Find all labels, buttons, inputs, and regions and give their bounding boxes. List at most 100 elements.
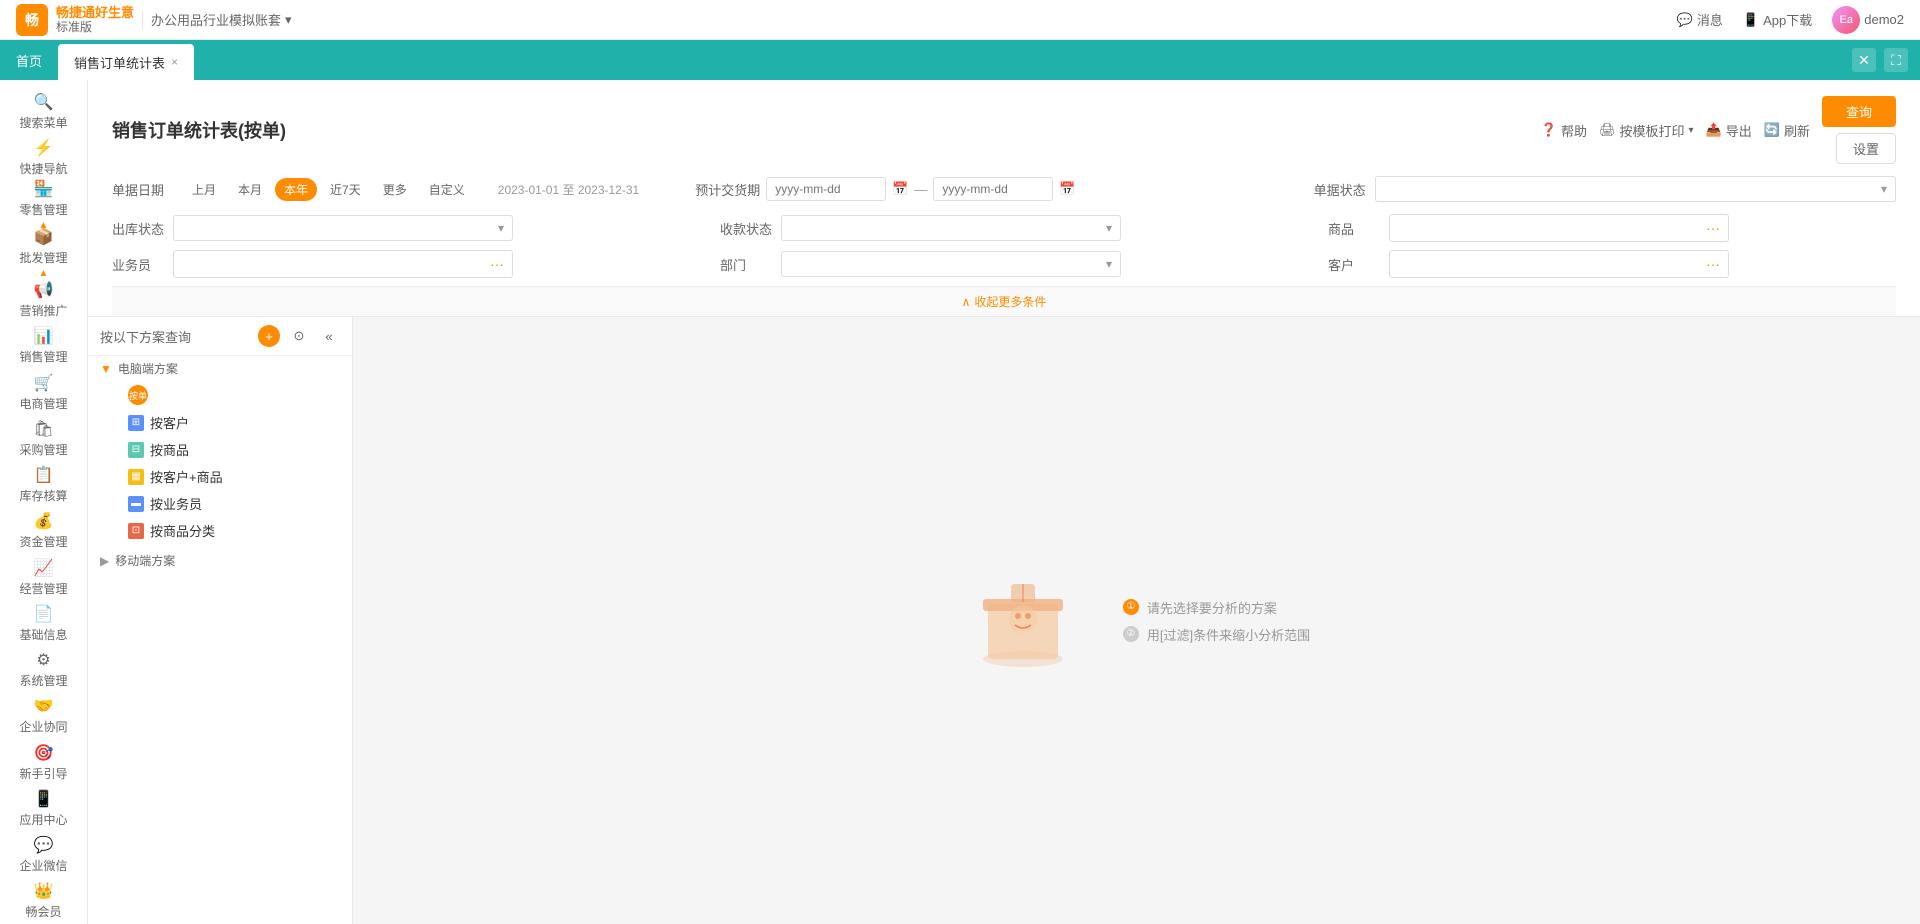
expected-date-end-input[interactable] <box>933 177 1053 201</box>
collapse-panel-button[interactable]: « <box>318 325 340 347</box>
collection-status-select[interactable]: ▾ <box>781 215 1121 241</box>
tab-sales-order-stats[interactable]: 销售订单统计表 × <box>58 44 194 80</box>
help-button[interactable]: ❓ 帮助 <box>1541 121 1587 140</box>
add-plan-button[interactable]: + <box>258 325 280 347</box>
sidebar-item-purchase[interactable]: 🛍 采购管理 <box>0 415 87 461</box>
tree-child-by-customer: ⊞ 按客户 <box>88 409 352 436</box>
sidebar: 🔍 搜索菜单 ⚡ 快捷导航 🏪 零售管理 ▲ 📦 批发管理 ▲ 📢 营销推广 📊… <box>0 80 88 924</box>
sidebar-item-marketing[interactable]: 📢 营销推广 <box>0 277 87 323</box>
order-status-select[interactable]: ▾ <box>1375 176 1896 202</box>
sidebar-item-operations[interactable]: 📈 经营管理 <box>0 554 87 600</box>
panel-label: 按以下方案查询 <box>100 327 191 346</box>
date-btn-this-month[interactable]: 本月 <box>229 178 271 201</box>
template-print-button[interactable]: 🖨 按模板打印 ▾ <box>1599 121 1694 140</box>
inventory-icon: 📋 <box>34 465 54 485</box>
date-btn-last-month[interactable]: 上月 <box>183 178 225 201</box>
page-subtitle[interactable]: 办公用品行业模拟账套 ▾ <box>151 10 292 29</box>
sidebar-item-finance[interactable]: 💰 资金管理 <box>0 508 87 554</box>
dept-select[interactable]: ▾ <box>781 251 1121 277</box>
tree-child-by-salesperson: ▬ 按业务员 <box>88 490 352 517</box>
dept-label: 部门 <box>720 255 775 274</box>
date-btn-last-7-days[interactable]: 近7天 <box>321 178 370 201</box>
sidebar-item-wechat[interactable]: 💬 企业微信 <box>0 832 87 878</box>
delivery-status-label: 出库状态 <box>112 219 167 238</box>
main-layout: 🔍 搜索菜单 ⚡ 快捷导航 🏪 零售管理 ▲ 📦 批发管理 ▲ 📢 营销推广 📊… <box>0 80 1920 924</box>
salesperson-label: 业务员 <box>112 255 167 274</box>
date-btn-this-year[interactable]: 本年 <box>275 178 317 201</box>
window-close-button[interactable]: ✕ <box>1852 48 1876 72</box>
hint-num-2: ② <box>1123 626 1139 642</box>
sidebar-item-inventory[interactable]: 📋 库存核算 <box>0 462 87 508</box>
delivery-status-select[interactable]: ▾ <box>173 215 513 241</box>
date-btn-more[interactable]: 更多 <box>374 178 416 201</box>
tabbar: 首页 销售订单统计表 × ✕ ⛶ <box>0 40 1920 80</box>
window-maximize-button[interactable]: ⛶ <box>1884 48 1908 72</box>
calendar-start-icon[interactable]: 📅 <box>892 181 908 197</box>
dept-arrow-icon: ▾ <box>1106 257 1112 271</box>
sidebar-item-retail[interactable]: 🏪 零售管理 ▲ <box>0 181 87 229</box>
empty-hint-2: ② 用[过滤]条件来缩小分析范围 <box>1123 625 1310 644</box>
search-icon: 🔍 <box>34 92 54 112</box>
sidebar-item-sales[interactable]: 📊 销售管理 <box>0 323 87 369</box>
customer-select[interactable]: ··· <box>1389 250 1729 278</box>
enterprise-icon: 🤝 <box>34 696 54 716</box>
settings-plan-button[interactable]: ⊙ <box>288 325 310 347</box>
sidebar-item-quick-nav[interactable]: ⚡ 快捷导航 <box>0 134 87 180</box>
plan-by-goods-category[interactable]: ⊡ 按商品分类 <box>116 517 352 544</box>
sidebar-item-wholesale[interactable]: 📦 批发管理 ▲ <box>0 229 87 277</box>
calendar-end-icon[interactable]: 📅 <box>1059 181 1075 197</box>
collection-status-arrow-icon: ▾ <box>1106 221 1112 235</box>
plan-by-salesperson-icon: ▬ <box>128 496 144 512</box>
date-btn-custom[interactable]: 自定义 <box>420 178 474 201</box>
goods-more-icon[interactable]: ··· <box>1706 220 1720 236</box>
collapse-icon: ∧ <box>962 295 971 309</box>
customer-more-icon[interactable]: ··· <box>1706 256 1720 272</box>
plan-by-salesperson[interactable]: ▬ 按业务员 <box>116 490 352 517</box>
sidebar-item-search[interactable]: 🔍 搜索菜单 <box>0 88 87 134</box>
tree-child-by-customer-goods: ▦ 按客户+商品 <box>88 463 352 490</box>
salesperson-more-icon[interactable]: ··· <box>490 256 504 272</box>
collapse-more-conditions[interactable]: ∧ 收起更多条件 <box>112 286 1896 316</box>
plan-by-customer-goods[interactable]: ▦ 按客户+商品 <box>116 463 352 490</box>
sidebar-item-guide[interactable]: 🎯 新手引导 <box>0 739 87 785</box>
customer-label: 客户 <box>1328 255 1383 274</box>
plan-by-order-icon: 按单 <box>128 385 148 405</box>
operations-icon: 📈 <box>34 558 54 578</box>
tree-section-desktop[interactable]: ▼ 电脑端方案 <box>88 356 352 381</box>
topbar-left: 畅 畅捷通好生意 标准版 办公用品行业模拟账套 ▾ <box>16 4 292 36</box>
sidebar-item-ecommerce[interactable]: 🛒 电商管理 <box>0 369 87 415</box>
topbar: 畅 畅捷通好生意 标准版 办公用品行业模拟账套 ▾ 💬 消息 📱 App下载 E… <box>0 0 1920 40</box>
delivery-status-arrow-icon: ▾ <box>498 221 504 235</box>
tab-home[interactable]: 首页 <box>0 40 58 80</box>
message-icon: 💬 <box>1677 12 1693 28</box>
brand-name: 畅捷通好生意 标准版 <box>56 5 134 35</box>
plan-by-customer[interactable]: ⊞ 按客户 <box>116 409 352 436</box>
query-button[interactable]: 查询 <box>1822 96 1896 127</box>
page-actions: ❓ 帮助 🖨 按模板打印 ▾ 📤 导出 🔄 刷新 <box>1541 96 1896 164</box>
avatar: Ea <box>1832 6 1860 34</box>
settings-button[interactable]: 设置 <box>1836 133 1896 164</box>
sidebar-item-system[interactable]: ⚙ 系统管理 <box>0 647 87 693</box>
user-profile[interactable]: Ea demo2 <box>1832 6 1904 34</box>
app-download-button[interactable]: 📱 App下载 <box>1743 10 1812 29</box>
empty-hint-1: ① 请先选择要分析的方案 <box>1123 598 1277 617</box>
salesperson-select[interactable]: ··· <box>173 250 513 278</box>
plan-by-order[interactable]: 按单 <box>116 381 352 409</box>
system-icon: ⚙ <box>36 650 50 670</box>
collection-status-label: 收款状态 <box>720 219 775 238</box>
export-button[interactable]: 📤 导出 <box>1706 121 1752 140</box>
print-icon: 🖨 <box>1599 122 1616 138</box>
sidebar-item-member[interactable]: 👑 畅会员 <box>0 878 87 924</box>
sidebar-item-basic-info[interactable]: 📄 基础信息 <box>0 600 87 646</box>
plan-by-goods[interactable]: ⊟ 按商品 <box>116 436 352 463</box>
refresh-button[interactable]: 🔄 刷新 <box>1764 121 1810 140</box>
expected-date-start-input[interactable] <box>766 177 886 201</box>
tab-close-icon[interactable]: × <box>171 55 178 69</box>
sidebar-item-appstore[interactable]: 📱 应用中心 <box>0 785 87 831</box>
filter-row-1: 单据日期 上月 本月 本年 近7天 更多 自定义 2023-01-01 至 20… <box>112 176 1896 202</box>
goods-select[interactable]: ··· <box>1389 214 1729 242</box>
sidebar-item-enterprise[interactable]: 🤝 企业协同 <box>0 693 87 739</box>
tree-section-mobile[interactable]: ▶ 移动端方案 <box>88 548 352 573</box>
message-button[interactable]: 💬 消息 <box>1677 10 1723 29</box>
date-separator: — <box>914 182 927 197</box>
